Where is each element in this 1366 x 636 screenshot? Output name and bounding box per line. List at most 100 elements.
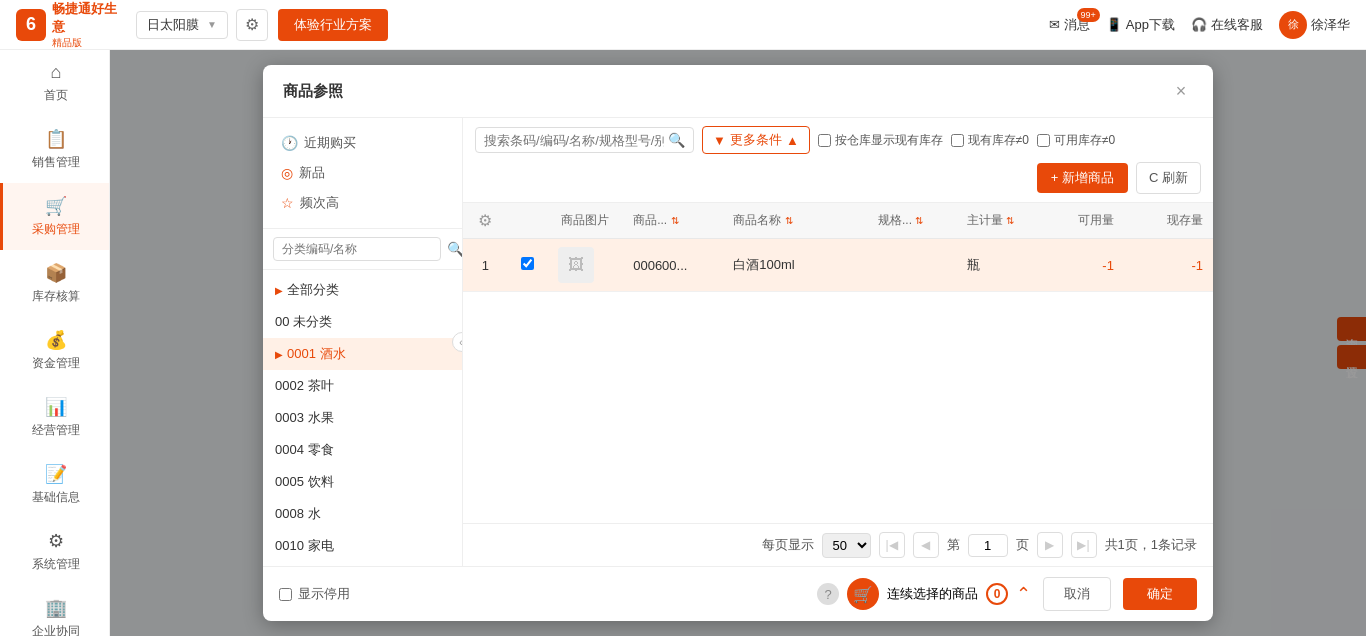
row-stock: -1 xyxy=(1124,239,1213,292)
nav-right: ✉ 消息 99+ 📱 App下载 🎧 在线客服 徐 徐泽华 xyxy=(1049,11,1350,39)
quick-recent-btn[interactable]: 🕐 近期购买 xyxy=(273,128,452,158)
modal-close-button[interactable]: × xyxy=(1169,79,1193,103)
sort-icon-code: ⇅ xyxy=(671,215,679,226)
layout: ⌂ 首页 📋 销售管理 🛒 采购管理 📦 库存核算 💰 资金管理 📊 经营管理 … xyxy=(0,50,1366,636)
table-stock-col: 现存量 xyxy=(1124,203,1213,239)
table-check-col xyxy=(508,203,548,239)
page-suffix: 页 xyxy=(1016,536,1029,554)
sidebar-label-system: 系统管理 xyxy=(32,556,80,573)
messages-badge: 99+ xyxy=(1077,8,1100,23)
table-code-col[interactable]: 商品... ⇅ xyxy=(623,203,723,239)
checkbox-warehouse-stock[interactable]: 按仓库显示现有库存 xyxy=(818,132,943,149)
modal-toolbar: 🔍 ▼ 更多条件 ▲ 按仓库显示现有库存 xyxy=(463,118,1213,203)
sidebar-item-inventory[interactable]: 📦 库存核算 xyxy=(0,250,109,317)
table-unit-col[interactable]: 主计量 ⇅ xyxy=(957,203,1035,239)
page-number-input[interactable] xyxy=(968,534,1008,557)
sidebar-label-enterprise: 企业协同 xyxy=(32,623,80,636)
product-search-input[interactable] xyxy=(484,133,664,148)
checkbox-available-input[interactable] xyxy=(1037,134,1050,147)
per-page-select[interactable]: 50 xyxy=(822,533,871,558)
category-item-0010[interactable]: 0010 家电 xyxy=(263,530,462,562)
category-item-all[interactable]: ▶ 全部分类 xyxy=(263,274,462,306)
quick-new-label: 新品 xyxy=(299,164,325,182)
category-item-0001[interactable]: ▶ 0001 酒水 xyxy=(263,338,462,370)
table-name-col[interactable]: 商品名称 ⇅ xyxy=(723,203,868,239)
quick-new-btn[interactable]: ◎ 新品 xyxy=(273,158,452,188)
show-disabled-input[interactable] xyxy=(279,588,292,601)
cart-label: 连续选择的商品 xyxy=(887,585,978,603)
sidebar-item-home[interactable]: ⌂ 首页 xyxy=(0,50,109,116)
table-row[interactable]: 1 🖼 000600... 白酒100ml 瓶 xyxy=(463,239,1213,292)
sidebar-item-sales[interactable]: 📋 销售管理 xyxy=(0,116,109,183)
modal-footer: 显示停用 ? 🛒 连续选择的商品 0 ⌃ 取消 确定 xyxy=(263,566,1213,621)
filter-btn-label: 更多条件 xyxy=(730,131,782,149)
online-service-btn[interactable]: 🎧 在线客服 xyxy=(1191,16,1263,34)
cancel-button[interactable]: 取消 xyxy=(1043,577,1111,611)
checkbox-available-stock[interactable]: 可用库存≠0 xyxy=(1037,132,1115,149)
star-icon: ☆ xyxy=(281,195,294,211)
sidebar-item-enterprise[interactable]: 🏢 企业协同 xyxy=(0,585,109,636)
user-area[interactable]: 徐 徐泽华 xyxy=(1279,11,1350,39)
sidebar-item-finance[interactable]: 💰 资金管理 xyxy=(0,317,109,384)
category-item-0002[interactable]: 0002 茶叶 xyxy=(263,370,462,402)
category-item-0003[interactable]: 0003 水果 xyxy=(263,402,462,434)
sort-icon-spec: ⇅ xyxy=(915,215,923,226)
help-icon[interactable]: ? xyxy=(817,583,839,605)
category-item-0005[interactable]: 0005 饮料 xyxy=(263,466,462,498)
search-icon[interactable]: 🔍 xyxy=(668,132,685,148)
row-checkbox-cell[interactable] xyxy=(508,239,548,292)
trial-button[interactable]: 体验行业方案 xyxy=(278,9,388,41)
show-disabled-checkbox[interactable]: 显示停用 xyxy=(279,585,350,603)
checkbox-existing-input[interactable] xyxy=(951,134,964,147)
checkbox-existing-stock[interactable]: 现有库存≠0 xyxy=(951,132,1029,149)
sidebar-item-basics[interactable]: 📝 基础信息 xyxy=(0,451,109,518)
table-settings-col[interactable]: ⚙ xyxy=(463,203,508,239)
sidebar-label-operations: 经营管理 xyxy=(32,422,80,439)
category-item-00[interactable]: 00 未分类 xyxy=(263,306,462,338)
checkbox-warehouse-input[interactable] xyxy=(818,134,831,147)
quick-frequent-label: 频次高 xyxy=(300,194,339,212)
category-item-0008[interactable]: 0008 水 xyxy=(263,498,462,530)
confirm-button[interactable]: 确定 xyxy=(1123,578,1197,610)
system-icon: ⚙ xyxy=(48,530,64,552)
first-page-button[interactable]: |◀ xyxy=(879,532,905,558)
refresh-button[interactable]: C 刷新 xyxy=(1136,162,1201,194)
add-product-button[interactable]: + 新增商品 xyxy=(1037,163,1128,193)
prev-page-button[interactable]: ◀ xyxy=(913,532,939,558)
checkbox-warehouse-label: 按仓库显示现有库存 xyxy=(835,132,943,149)
message-icon: ✉ xyxy=(1049,17,1060,32)
cart-icon[interactable]: 🛒 xyxy=(847,578,879,610)
last-page-button[interactable]: ▶| xyxy=(1071,532,1097,558)
more-filter-button[interactable]: ▼ 更多条件 ▲ xyxy=(702,126,810,154)
modal-body: 🕐 近期购买 ◎ 新品 ☆ 频次高 xyxy=(263,118,1213,566)
product-table-wrapper: ⚙ 商品图片 商品... ⇅ 商品名称 xyxy=(463,203,1213,523)
sidebar-label-sales: 销售管理 xyxy=(32,154,80,171)
category-search-input[interactable] xyxy=(273,237,441,261)
messages-btn[interactable]: ✉ 消息 99+ xyxy=(1049,16,1090,34)
next-page-button[interactable]: ▶ xyxy=(1037,532,1063,558)
per-page-label: 每页显示 xyxy=(762,536,814,554)
sidebar-item-operations[interactable]: 📊 经营管理 xyxy=(0,384,109,451)
user-name: 徐泽华 xyxy=(1311,16,1350,34)
product-reference-modal: 商品参照 × 🕐 近期购买 ◎ xyxy=(263,65,1213,621)
row-checkbox[interactable] xyxy=(521,257,534,270)
settings-icon[interactable]: ⚙ xyxy=(236,9,268,41)
app-download-btn[interactable]: 📱 App下载 xyxy=(1106,16,1175,34)
operations-icon: 📊 xyxy=(45,396,67,418)
category-item-0004[interactable]: 0004 零食 xyxy=(263,434,462,466)
sidebar-item-system[interactable]: ⚙ 系统管理 xyxy=(0,518,109,585)
total-records-label: 共1页，1条记录 xyxy=(1105,536,1197,554)
table-spec-col[interactable]: 规格... ⇅ xyxy=(868,203,957,239)
sidebar-label-basics: 基础信息 xyxy=(32,489,80,506)
store-selector[interactable]: 日太阳膜 ▼ xyxy=(136,11,228,39)
row-unit: 瓶 xyxy=(957,239,1035,292)
sidebar: ⌂ 首页 📋 销售管理 🛒 采购管理 📦 库存核算 💰 资金管理 📊 经营管理 … xyxy=(0,50,110,636)
quick-frequent-btn[interactable]: ☆ 频次高 xyxy=(273,188,452,218)
collapse-cart-icon[interactable]: ⌃ xyxy=(1016,583,1031,605)
category-search-area: 🔍 xyxy=(263,229,462,270)
table-avail-col: 可用量 xyxy=(1035,203,1124,239)
product-search-box: 🔍 xyxy=(475,127,694,153)
category-search-icon[interactable]: 🔍 xyxy=(447,241,463,257)
sidebar-item-purchase[interactable]: 🛒 采购管理 xyxy=(0,183,109,250)
row-img-cell: 🖼 xyxy=(548,239,624,292)
